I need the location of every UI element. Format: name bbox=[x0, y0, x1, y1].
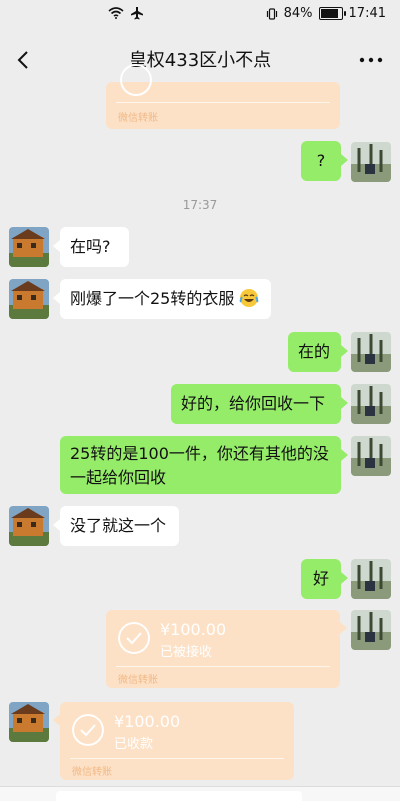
transfer-divider bbox=[116, 666, 330, 667]
my-avatar[interactable] bbox=[351, 436, 391, 476]
more-options-icon[interactable] bbox=[358, 52, 384, 68]
bubble-tail bbox=[340, 622, 347, 634]
my-avatar[interactable] bbox=[351, 559, 391, 599]
battery-percent: 84% bbox=[283, 6, 313, 21]
check-circle-icon bbox=[72, 714, 104, 746]
my-avatar[interactable] bbox=[351, 610, 391, 650]
message-bubble-received[interactable]: 没了就这一个 bbox=[60, 506, 179, 546]
status-bar: 84% 17:41 bbox=[0, 0, 400, 28]
bubble-tail bbox=[53, 240, 60, 252]
bubble-tail bbox=[341, 397, 348, 409]
contact-avatar[interactable] bbox=[9, 227, 49, 267]
avatar-image bbox=[351, 610, 391, 650]
avatar-image bbox=[351, 559, 391, 599]
wifi-icon bbox=[108, 7, 124, 19]
input-bar bbox=[0, 786, 400, 801]
bubble-tail bbox=[341, 572, 348, 584]
vibrate-icon bbox=[266, 7, 277, 20]
contact-avatar[interactable] bbox=[9, 506, 49, 546]
message-bubble-sent[interactable]: 好的，给你回收一下 bbox=[171, 384, 341, 424]
message-bubble-received[interactable]: 刚爆了一个25转的衣服 bbox=[60, 279, 271, 319]
timestamp: 17:37 bbox=[182, 198, 218, 212]
message-bubble-sent[interactable]: 在的 bbox=[288, 332, 341, 372]
message-bubble-sent[interactable]: 好 bbox=[301, 559, 341, 599]
airplane-mode-icon bbox=[131, 7, 143, 20]
message-line: 25转的是100一件，你还有其他的没 bbox=[70, 444, 329, 463]
laughing-tears-emoji-icon bbox=[240, 289, 259, 307]
avatar-image bbox=[9, 227, 49, 267]
my-avatar[interactable] bbox=[351, 384, 391, 424]
transfer-divider bbox=[116, 102, 330, 103]
contact-avatar[interactable] bbox=[9, 702, 49, 742]
my-avatar[interactable] bbox=[351, 142, 391, 182]
avatar-image bbox=[351, 384, 391, 424]
status-right: 84% 17:41 bbox=[266, 6, 386, 21]
my-avatar[interactable] bbox=[351, 332, 391, 372]
message-text: 刚爆了一个25转的衣服 bbox=[70, 289, 235, 308]
avatar-image bbox=[351, 142, 391, 182]
avatar-image bbox=[351, 332, 391, 372]
transfer-amount: ¥100.00 bbox=[160, 620, 227, 639]
avatar-image bbox=[9, 702, 49, 742]
transfer-footer: 微信转账 bbox=[72, 767, 112, 778]
bubble-tail bbox=[53, 519, 60, 531]
transfer-check-icon bbox=[120, 64, 152, 96]
bubble-tail bbox=[53, 292, 60, 304]
transfer-card-partial[interactable]: 微信转账 bbox=[106, 64, 340, 129]
transfer-card-sent[interactable]: ¥100.00 已被接收 微信转账 bbox=[106, 610, 340, 688]
check-circle-icon bbox=[118, 622, 150, 654]
bubble-tail bbox=[341, 154, 348, 166]
bubble-tail bbox=[53, 714, 60, 726]
message-bubble-sent[interactable]: 25转的是100一件，你还有其他的没 一起给你回收 bbox=[60, 436, 341, 494]
message-bubble-sent[interactable]: ? bbox=[301, 141, 341, 181]
battery-fill bbox=[320, 9, 338, 18]
battery-icon bbox=[318, 7, 346, 20]
transfer-footer: 微信转账 bbox=[118, 675, 158, 686]
chat-area[interactable]: 微信转账 ? 17:37 在吗? 刚爆了一个25转的衣服 在的 好的，给你回收一… bbox=[0, 64, 400, 801]
transfer-amount: ¥100.00 bbox=[114, 712, 181, 731]
transfer-status: 已被接收 bbox=[160, 645, 213, 660]
status-left bbox=[108, 6, 144, 20]
avatar-image bbox=[9, 279, 49, 319]
transfer-card-received[interactable]: ¥100.00 已收款 微信转账 bbox=[60, 702, 294, 780]
bubble-tail bbox=[341, 345, 348, 357]
clock: 17:41 bbox=[348, 6, 386, 21]
bubble-tail bbox=[341, 449, 348, 461]
message-bubble-received[interactable]: 在吗? bbox=[60, 227, 129, 267]
transfer-status: 已收款 bbox=[114, 737, 154, 752]
transfer-divider bbox=[70, 758, 284, 759]
contact-avatar[interactable] bbox=[9, 279, 49, 319]
transfer-footer: 微信转账 bbox=[118, 113, 158, 124]
message-line: 一起给你回收 bbox=[70, 468, 167, 487]
avatar-image bbox=[351, 436, 391, 476]
avatar-image bbox=[9, 506, 49, 546]
chat-title: 皇权433区小不点 bbox=[128, 50, 272, 71]
